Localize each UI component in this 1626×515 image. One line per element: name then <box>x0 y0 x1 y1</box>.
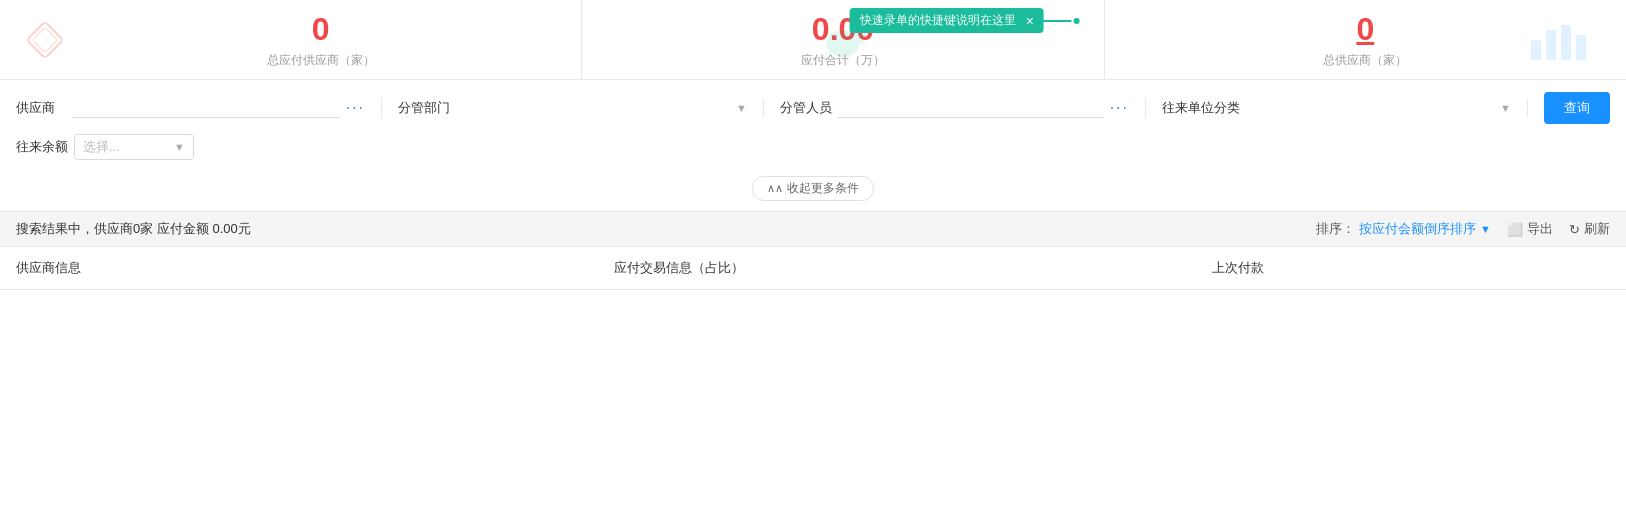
unit-category-label: 往来单位分类 <box>1162 99 1240 117</box>
svg-rect-11 <box>1576 35 1586 60</box>
unit-category-select[interactable]: ▼ <box>1246 102 1511 114</box>
filter-supplier: 供应商 ··· <box>16 98 382 118</box>
filter-unit-category: 往来单位分类 ▼ <box>1146 99 1528 117</box>
svg-rect-9 <box>1546 30 1556 60</box>
stat-payable-suppliers: 0 总应付供应商（家） <box>0 0 582 79</box>
refresh-label: 刷新 <box>1584 220 1610 238</box>
svg-rect-10 <box>1561 25 1571 60</box>
supplier-input[interactable] <box>72 98 340 118</box>
query-button[interactable]: 查询 <box>1544 92 1610 124</box>
balance-select[interactable]: 选择... ▼ <box>74 134 194 160</box>
tooltip-badge: 快速录单的快捷键说明在这里 × <box>850 8 1044 33</box>
chart-icon <box>1531 20 1586 60</box>
stat-payable-total: 0.00 应付合计（万） 快速录单的快捷键说明在这里 × <box>582 0 1104 79</box>
department-chevron-icon: ▼ <box>736 102 747 114</box>
sort-button[interactable]: 排序： 按应付会额倒序排序 ▼ <box>1316 220 1491 238</box>
balance-chevron-icon: ▼ <box>174 141 185 153</box>
svg-point-7 <box>857 33 865 44</box>
stats-bar: 0 总应付供应商（家） 0.00 应付合计（万） 快速录单的快捷键说明在这里 × <box>0 0 1626 80</box>
col-transaction: 应付交易信息（占比） <box>614 259 1212 277</box>
person-input[interactable] <box>838 98 1104 118</box>
query-button-wrapper: 查询 <box>1528 92 1610 124</box>
sort-chevron-icon: ▼ <box>1480 223 1491 235</box>
svg-point-4 <box>835 46 841 55</box>
tooltip-text: 快速录单的快捷键说明在这里 <box>860 12 1016 29</box>
collapse-bar: ∧∧ 收起更多条件 <box>16 170 1610 211</box>
department-label: 分管部门 <box>398 99 450 117</box>
svg-rect-8 <box>1531 40 1541 60</box>
result-bar: 搜索结果中，供应商0家 应付金额 0.00元 排序： 按应付会额倒序排序 ▼ ⬜… <box>0 212 1626 247</box>
person-more-button[interactable]: ··· <box>1110 99 1129 117</box>
col-last-payment: 上次付款 <box>1212 259 1611 277</box>
supplier-more-button[interactable]: ··· <box>346 99 365 117</box>
total-suppliers-number: 0 <box>1356 10 1374 48</box>
result-summary: 搜索结果中，供应商0家 应付金额 0.00元 <box>16 220 251 238</box>
col-supplier: 供应商信息 <box>16 259 614 277</box>
filter-bar: 供应商 ··· 分管部门 ▼ 分管人员 ··· 往来单位分类 ▼ <box>0 80 1626 212</box>
supplier-label: 供应商 <box>16 99 66 117</box>
export-label: 导出 <box>1527 220 1553 238</box>
payable-suppliers-label: 总应付供应商（家） <box>267 52 375 69</box>
payable-suppliers-number: 0 <box>312 10 330 48</box>
sort-value: 按应付会额倒序排序 <box>1359 220 1476 238</box>
total-suppliers-label: 总供应商（家） <box>1323 52 1407 69</box>
svg-rect-0 <box>27 21 64 58</box>
result-actions: 排序： 按应付会额倒序排序 ▼ ⬜ 导出 ↻ 刷新 <box>1316 220 1610 238</box>
export-icon: ⬜ <box>1507 222 1523 237</box>
refresh-icon: ↻ <box>1569 222 1580 237</box>
table-body <box>0 290 1626 515</box>
balance-label: 往来余额 <box>16 138 68 156</box>
export-button[interactable]: ⬜ 导出 <box>1507 220 1553 238</box>
collapse-button[interactable]: ∧∧ 收起更多条件 <box>752 176 874 201</box>
filter-row-2: 往来余额 选择... ▼ <box>16 134 1610 160</box>
filter-person: 分管人员 ··· <box>764 98 1146 118</box>
sort-prefix: 排序： <box>1316 220 1355 238</box>
person-label: 分管人员 <box>780 99 832 117</box>
table-header: 供应商信息 应付交易信息（占比） 上次付款 <box>0 247 1626 290</box>
stat-total-suppliers: 0 总供应商（家） <box>1105 0 1626 79</box>
filter-row-1: 供应商 ··· 分管部门 ▼ 分管人员 ··· 往来单位分类 ▼ <box>16 92 1610 124</box>
collapse-icon: ∧∧ <box>767 182 783 195</box>
unit-category-chevron-icon: ▼ <box>1500 102 1511 114</box>
collapse-label: 收起更多条件 <box>787 180 859 197</box>
refresh-button[interactable]: ↻ 刷新 <box>1569 220 1610 238</box>
balance-placeholder: 选择... <box>83 138 174 156</box>
filter-balance: 往来余额 选择... ▼ <box>16 134 194 160</box>
svg-point-5 <box>845 46 851 55</box>
diamond-icon <box>20 15 70 65</box>
department-select[interactable]: ▼ <box>456 102 747 114</box>
filter-department: 分管部门 ▼ <box>382 99 764 117</box>
tooltip-close-button[interactable]: × <box>1026 13 1034 29</box>
